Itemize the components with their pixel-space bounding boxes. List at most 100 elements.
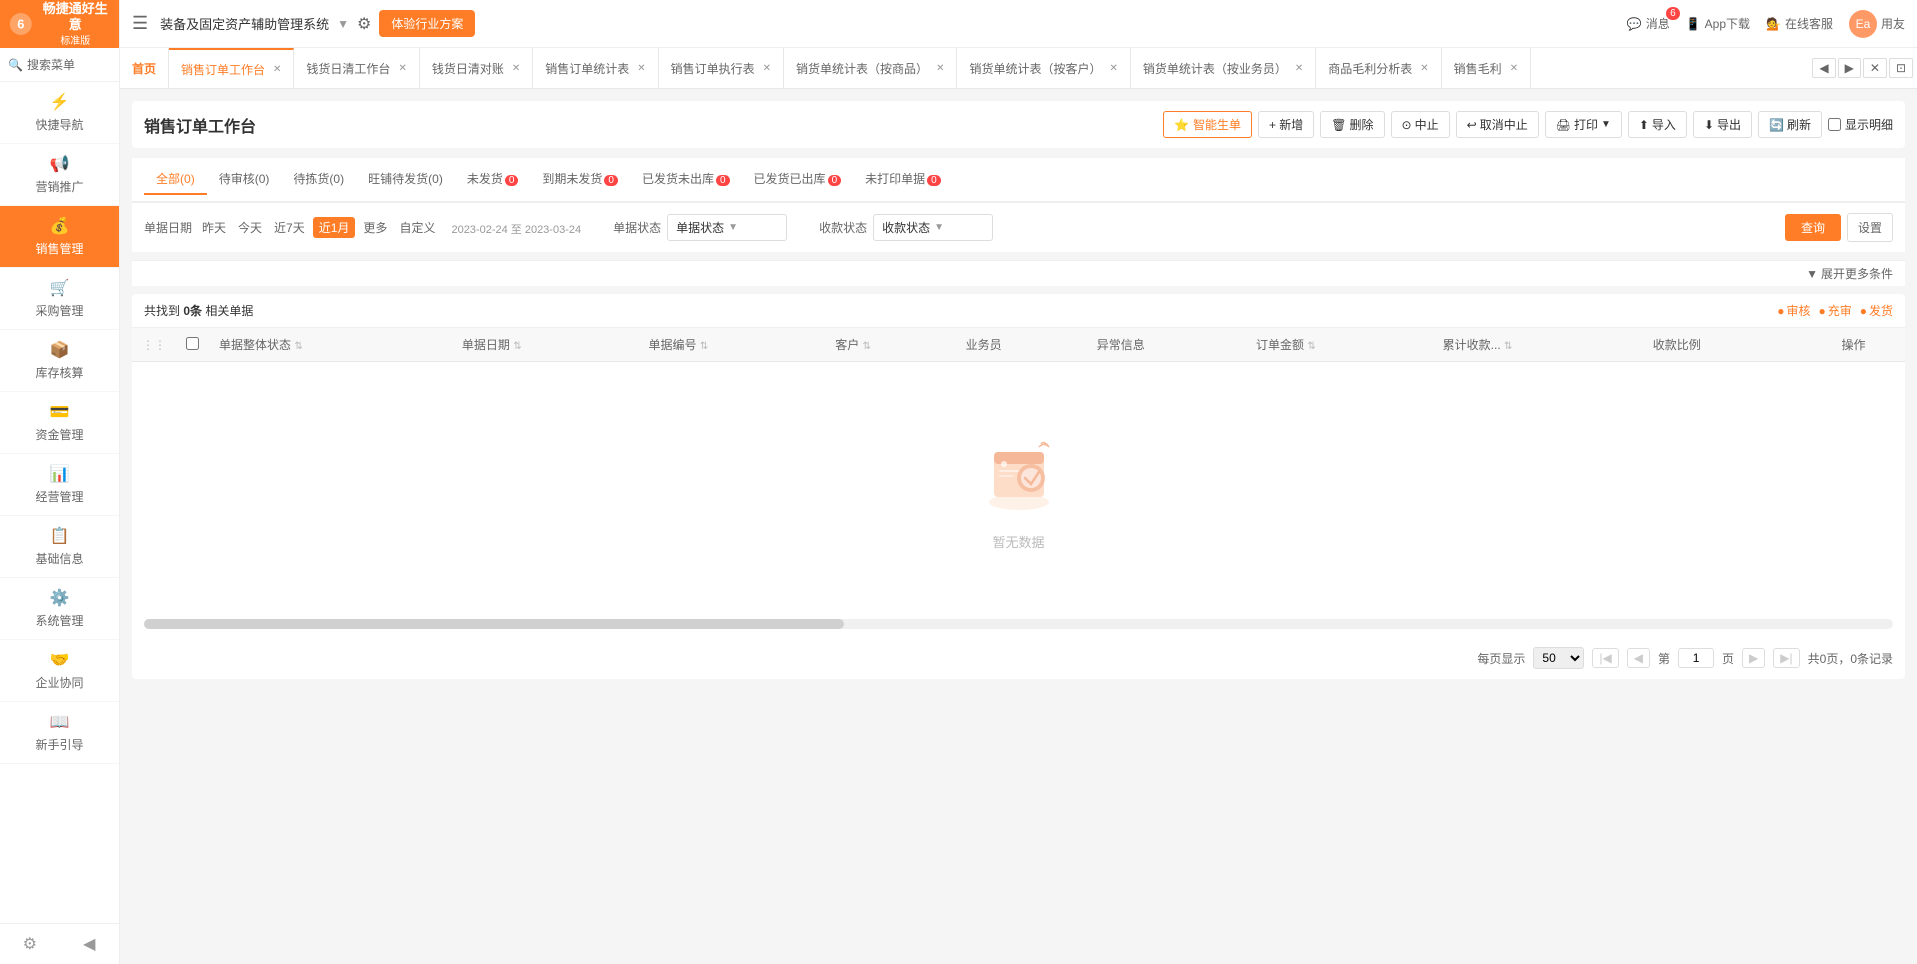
status-sort-icon[interactable]: ⇅ xyxy=(294,341,302,352)
first-page-btn[interactable]: |◀ xyxy=(1592,648,1618,668)
app-download-btn[interactable]: 📱 App下载 xyxy=(1686,15,1750,32)
prev-page-btn[interactable]: ◀ xyxy=(1627,648,1650,668)
tab-nav-next[interactable]: ▶ xyxy=(1838,58,1861,78)
delete-btn[interactable]: 🗑 删除 xyxy=(1320,111,1384,138)
tab-cash-daily-close[interactable]: ✕ xyxy=(398,63,406,74)
tab-gross-profit[interactable]: 商品毛利分析表 ✕ xyxy=(1316,48,1441,88)
filter-tab-not-printed[interactable]: 未打印单据0 xyxy=(853,164,953,195)
table-scroll-container[interactable]: ⋮⋮ 单据整体状态 ⇅ 单据日期 ⇅ xyxy=(132,328,1905,611)
filter-tab-overdue[interactable]: 到期未发货0 xyxy=(530,164,630,195)
topbar-settings-icon[interactable]: ⚙ xyxy=(357,14,371,34)
sidebar-item-system[interactable]: ⚙️ 系统管理 xyxy=(0,578,119,640)
print-btn[interactable]: 🖨 打印 ▼ xyxy=(1545,111,1622,138)
status-select[interactable]: 单据状态 ▼ xyxy=(667,214,787,241)
tab-sales-stats-close[interactable]: ✕ xyxy=(637,63,645,74)
tab-sales-order-close[interactable]: ✕ xyxy=(273,64,281,75)
tab-sales-summary-customer[interactable]: 销货单统计表（按客户） ✕ xyxy=(957,48,1130,88)
query-btn[interactable]: 查询 xyxy=(1785,214,1841,241)
sidebar-item-enterprise[interactable]: 🤝 企业协同 xyxy=(0,640,119,702)
sidebar-item-purchase[interactable]: 🛒 采购管理 xyxy=(0,268,119,330)
main-content: ☰ 装备及固定资产辅助管理系统 ▼ ⚙ 体验行业方案 💬 消息 6 📱 App下… xyxy=(120,0,1917,964)
filter-tab-shipped-not-out[interactable]: 已发货未出库0 xyxy=(630,164,742,195)
select-all-checkbox[interactable] xyxy=(186,337,199,350)
tab-home[interactable]: 首页 xyxy=(120,48,169,88)
logo-name: 畅捷通好生意 xyxy=(40,1,111,32)
sidebar-search-btn[interactable]: 🔍 搜索菜单 xyxy=(0,48,119,82)
filter-tab-pending-inspect[interactable]: 待拣货(0) xyxy=(281,164,356,195)
date-today[interactable]: 今天 xyxy=(234,217,266,238)
tab-sales-stats[interactable]: 销售订单统计表 ✕ xyxy=(533,48,658,88)
tab-cash-reconcile[interactable]: 钱货日清对账 ✕ xyxy=(420,48,533,88)
sidebar-item-inventory[interactable]: 📦 库存核算 xyxy=(0,330,119,392)
pay-status-select[interactable]: 收款状态 ▼ xyxy=(873,214,993,241)
sidebar-collapse-btn[interactable]: ◀ xyxy=(60,924,120,964)
filter-tab-pending-review[interactable]: 待审核(0) xyxy=(207,164,282,195)
audit-btn[interactable]: ● 审核 xyxy=(1777,302,1810,319)
tab-cash-reconcile-close[interactable]: ✕ xyxy=(512,63,520,74)
sidebar-item-operations[interactable]: 📊 经营管理 xyxy=(0,454,119,516)
stop-btn[interactable]: ⊙ 中止 xyxy=(1391,111,1450,138)
industry-btn[interactable]: 体验行业方案 xyxy=(379,10,475,37)
horizontal-scrollbar[interactable] xyxy=(144,619,1893,629)
filter-tab-not-shipped[interactable]: 未发货0 xyxy=(455,164,531,195)
sidebar-item-marketing[interactable]: 📢 营销推广 xyxy=(0,144,119,206)
expand-btn[interactable]: ▼ 展开更多条件 xyxy=(1806,265,1893,282)
tab-nav-expand[interactable]: ⊡ xyxy=(1889,58,1913,78)
tab-sales-summary-customer-close[interactable]: ✕ xyxy=(1109,63,1117,74)
tab-cash-daily[interactable]: 钱货日清工作台 ✕ xyxy=(294,48,419,88)
show-detail-checkbox[interactable]: 显示明细 xyxy=(1828,116,1893,133)
table-header: 共找到 0条 相关单据 ● 审核 ● 充审 ● 发货 xyxy=(132,294,1905,328)
date-sort-icon[interactable]: ⇅ xyxy=(513,341,521,352)
per-page-select[interactable]: 50 100 200 xyxy=(1533,647,1584,669)
sidebar-item-basic[interactable]: 📋 基础信息 xyxy=(0,516,119,578)
ship-btn[interactable]: ● 发货 xyxy=(1860,302,1893,319)
sidebar-item-guide[interactable]: 📖 新手引导 xyxy=(0,702,119,764)
tab-sales-summary-staff-close[interactable]: ✕ xyxy=(1295,63,1303,74)
tab-sales-increase-close[interactable]: ✕ xyxy=(1510,63,1518,74)
export-btn[interactable]: ⬇ 导出 xyxy=(1693,111,1752,138)
tab-sales-increase[interactable]: 销售毛利 ✕ xyxy=(1442,48,1531,88)
message-btn[interactable]: 💬 消息 6 xyxy=(1627,15,1670,32)
amount-sort-icon[interactable]: ⇅ xyxy=(1307,341,1315,352)
date-yesterday[interactable]: 昨天 xyxy=(198,217,230,238)
sidebar-settings-btn[interactable]: ⚙ xyxy=(0,924,60,964)
set-btn[interactable]: 设置 xyxy=(1847,213,1893,242)
filter-tab-shipped-out[interactable]: 已发货已出库0 xyxy=(742,164,854,195)
scroll-thumb[interactable] xyxy=(144,619,844,629)
tab-sales-summary-product[interactable]: 销货单统计表（按商品） ✕ xyxy=(784,48,957,88)
number-sort-icon[interactable]: ⇅ xyxy=(700,341,708,352)
user-btn[interactable]: Ea 用友 xyxy=(1849,10,1905,38)
customer-sort-icon[interactable]: ⇅ xyxy=(863,341,871,352)
scrollbar-area[interactable] xyxy=(132,611,1905,637)
sidebar-item-finance[interactable]: 💳 资金管理 xyxy=(0,392,119,454)
tab-sales-exec-close[interactable]: ✕ xyxy=(763,63,771,74)
cancel-audit-btn[interactable]: ● 充审 xyxy=(1818,302,1851,319)
cancel-stop-btn[interactable]: ↩ 取消中止 xyxy=(1456,111,1539,138)
last-page-btn[interactable]: ▶| xyxy=(1773,648,1799,668)
smart-btn[interactable]: ⭐ 智能生单 xyxy=(1163,111,1252,138)
import-btn[interactable]: ⬆ 导入 xyxy=(1628,111,1687,138)
tab-sales-order[interactable]: 销售订单工作台 ✕ xyxy=(169,48,294,88)
tab-sales-summary-staff[interactable]: 销货单统计表（按业务员） ✕ xyxy=(1131,48,1316,88)
show-detail-input[interactable] xyxy=(1828,118,1841,131)
tab-sales-summary-product-close[interactable]: ✕ xyxy=(936,63,944,74)
date-custom[interactable]: 自定义 xyxy=(395,217,439,238)
date-1month[interactable]: 近1月 xyxy=(313,217,356,238)
next-page-btn[interactable]: ▶ xyxy=(1742,648,1765,668)
page-input[interactable] xyxy=(1678,648,1714,668)
online-service-btn[interactable]: 💁 在线客服 xyxy=(1766,15,1833,32)
sidebar-item-sales[interactable]: 💰 销售管理 xyxy=(0,206,119,268)
filter-tab-all[interactable]: 全部(0) xyxy=(144,164,207,195)
tab-nav-close-all[interactable]: ✕ xyxy=(1863,58,1887,78)
tab-nav-prev[interactable]: ◀ xyxy=(1812,58,1835,78)
expand-arrow-icon: ▼ xyxy=(1806,267,1818,281)
tab-gross-profit-close[interactable]: ✕ xyxy=(1420,63,1428,74)
filter-tab-wangpu-ship[interactable]: 旺铺待发货(0) xyxy=(356,164,455,195)
date-7days[interactable]: 近7天 xyxy=(270,217,309,238)
tab-sales-exec[interactable]: 销售订单执行表 ✕ xyxy=(659,48,784,88)
sidebar-item-quick-nav[interactable]: ⚡ 快捷导航 xyxy=(0,82,119,144)
received-sort-icon[interactable]: ⇅ xyxy=(1504,341,1512,352)
date-more[interactable]: 更多 xyxy=(359,217,391,238)
refresh-btn[interactable]: 🔄 刷新 xyxy=(1758,111,1822,138)
new-btn[interactable]: + 新增 xyxy=(1258,111,1314,138)
